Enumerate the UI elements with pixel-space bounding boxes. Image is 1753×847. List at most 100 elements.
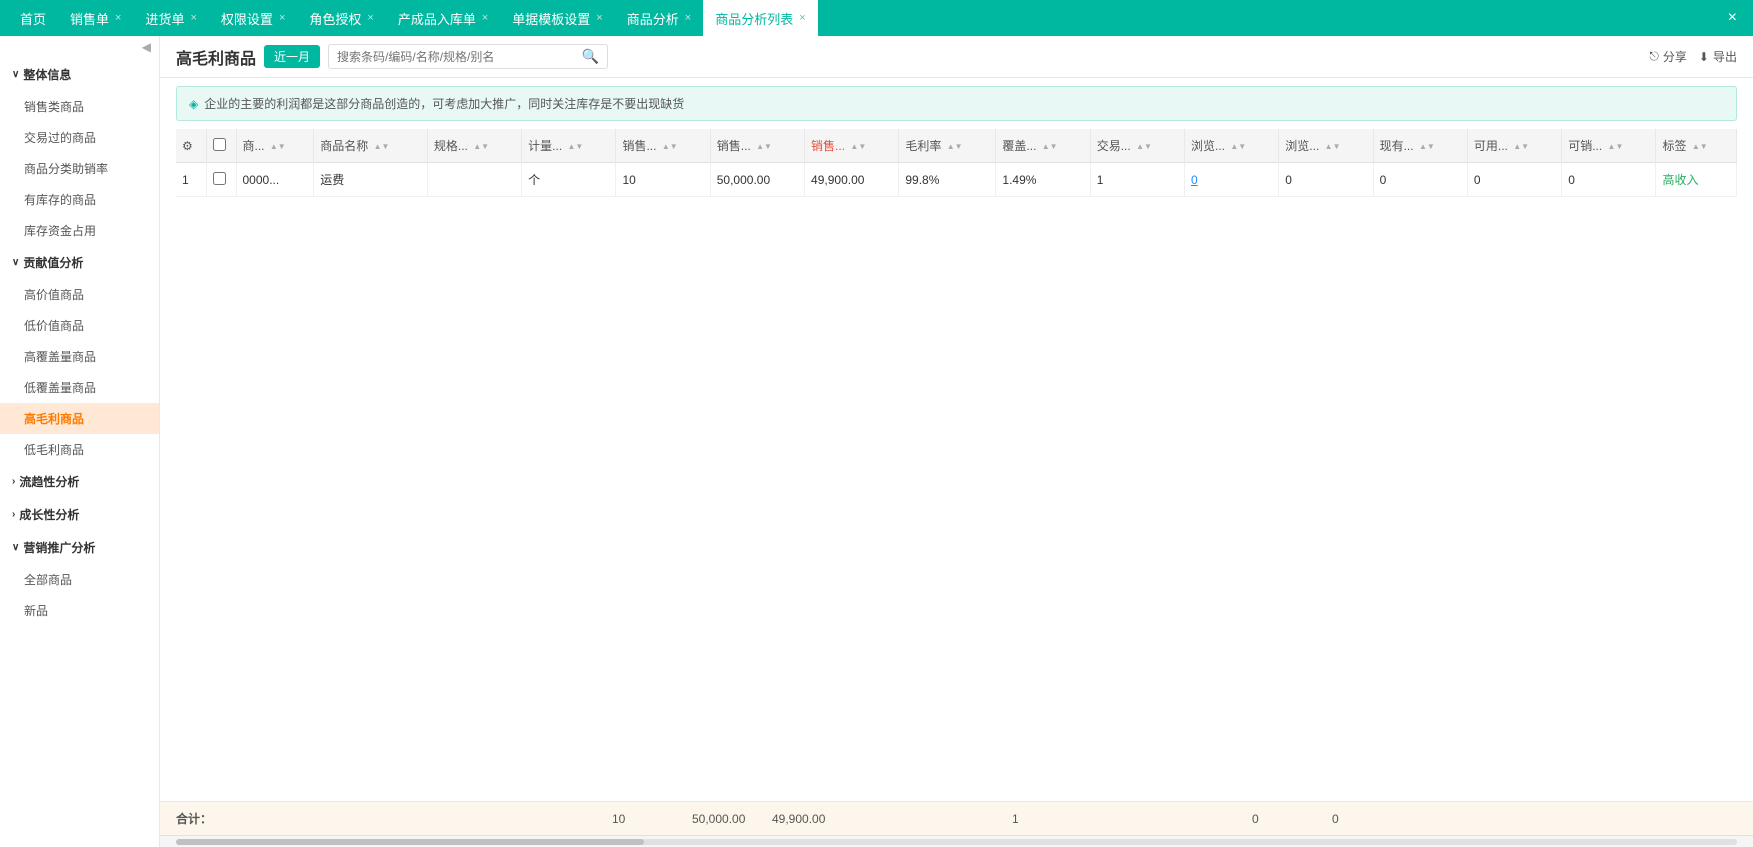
sidebar-item-stock-capital[interactable]: 库存资金占用	[0, 215, 159, 246]
col-available[interactable]: 可用... ▲▼	[1467, 129, 1561, 163]
browse1-link[interactable]: 0	[1191, 173, 1198, 187]
close-analysis-list-tab[interactable]: ×	[799, 12, 805, 24]
sidebar-item-high-margin[interactable]: 高毛利商品	[0, 403, 159, 434]
export-button[interactable]: ⬇ 导出	[1699, 48, 1737, 65]
table-header-row: ⚙ 商... ▲▼ 商品名称 ▲▼	[176, 129, 1737, 163]
nav-roles[interactable]: 角色授权 ×	[297, 0, 385, 36]
sidebar-group-overall[interactable]: ∨ 整体信息	[0, 58, 159, 91]
cell-sales-amount: 50,000.00	[710, 163, 804, 197]
search-icon[interactable]: 🔍	[582, 48, 599, 65]
sidebar-item-all-products[interactable]: 全部商品	[0, 564, 159, 595]
col-tag[interactable]: 标签 ▲▼	[1656, 129, 1737, 163]
nav-template-settings[interactable]: 单据模板设置 ×	[500, 0, 614, 36]
search-input[interactable]	[337, 50, 582, 64]
col-sales-amount[interactable]: 销售... ▲▼	[710, 129, 804, 163]
cell-index: 1	[176, 163, 206, 197]
time-filter-button[interactable]: 近一月	[264, 45, 320, 68]
nav-product-analysis-list[interactable]: 商品分析列表 ×	[703, 0, 817, 36]
cell-current-stock: 0	[1373, 163, 1467, 197]
sidebar-item-high-value[interactable]: 高价值商品	[0, 279, 159, 310]
col-current-stock[interactable]: 现有... ▲▼	[1373, 129, 1467, 163]
nav-purchase[interactable]: 进货单 ×	[133, 0, 208, 36]
sort-icon-5: ▲▼	[662, 142, 678, 151]
cell-coverage: 1.49%	[996, 163, 1090, 197]
cell-code: 0000...	[236, 163, 314, 197]
sort-icon-13: ▲▼	[1419, 142, 1435, 151]
nav-product-analysis[interactable]: 商品分析 ×	[615, 0, 703, 36]
tip-bar: ◈ 企业的主要的利润都是这部分商品创造的，可考虑加大推广，同时关注库存是不要出现…	[176, 86, 1737, 121]
sort-icon-15: ▲▼	[1608, 142, 1624, 151]
search-box: 🔍	[328, 44, 608, 69]
sidebar-collapse-button[interactable]: ◀	[0, 36, 159, 58]
scroll-thumb[interactable]	[176, 839, 644, 845]
close-sales-tab[interactable]: ×	[115, 12, 121, 24]
sidebar-item-new-products[interactable]: 新品	[0, 595, 159, 626]
sidebar-item-low-value[interactable]: 低价值商品	[0, 310, 159, 341]
col-unit[interactable]: 计量... ▲▼	[522, 129, 616, 163]
nav-product-inbound[interactable]: 产成品入库单 ×	[386, 0, 500, 36]
sidebar-item-traded-products[interactable]: 交易过的商品	[0, 122, 159, 153]
select-all-checkbox[interactable]	[213, 138, 226, 151]
table-row: 1 0000... 运费 个 10 50,000.00 49,900.00 99…	[176, 163, 1737, 197]
sidebar-item-category-sales-rate[interactable]: 商品分类助销率	[0, 153, 159, 184]
nav-home[interactable]: 首页	[8, 0, 58, 36]
sidebar-group-growth[interactable]: › 成长性分析	[0, 498, 159, 531]
footer-label: 合计：	[176, 810, 236, 827]
col-trade[interactable]: 交易... ▲▼	[1090, 129, 1184, 163]
sidebar-group-contribution[interactable]: ∨ 贡献值分析	[0, 246, 159, 279]
col-settings[interactable]: ⚙	[176, 129, 206, 163]
col-sales-qty[interactable]: 销售... ▲▼	[616, 129, 710, 163]
share-icon: ⎋	[1649, 49, 1659, 64]
cell-checkbox[interactable]	[206, 163, 236, 197]
sort-icon-8: ▲▼	[947, 142, 963, 151]
sidebar-item-low-margin[interactable]: 低毛利商品	[0, 434, 159, 465]
col-coverage[interactable]: 覆盖... ▲▼	[996, 129, 1090, 163]
footer-sales-profit: 49,900.00	[766, 812, 846, 826]
sidebar-item-in-stock[interactable]: 有库存的商品	[0, 184, 159, 215]
sort-icon-12: ▲▼	[1325, 142, 1341, 151]
close-template-tab[interactable]: ×	[596, 12, 602, 24]
close-product-inbound-tab[interactable]: ×	[482, 12, 488, 24]
close-analysis-tab[interactable]: ×	[685, 12, 691, 24]
close-roles-tab[interactable]: ×	[367, 12, 373, 24]
cell-spec	[427, 163, 521, 197]
sidebar-item-low-coverage[interactable]: 低覆盖量商品	[0, 372, 159, 403]
footer-trade: 1	[1006, 812, 1086, 826]
sort-icon-9: ▲▼	[1042, 142, 1058, 151]
col-code[interactable]: 商... ▲▼	[236, 129, 314, 163]
close-purchase-tab[interactable]: ×	[190, 12, 196, 24]
nav-permissions[interactable]: 权限设置 ×	[209, 0, 297, 36]
col-checkbox[interactable]	[206, 129, 236, 163]
col-sales-profit[interactable]: 销售... ▲▼	[805, 129, 899, 163]
sidebar-group-marketing[interactable]: ∨ 营销推广分析	[0, 531, 159, 564]
col-name[interactable]: 商品名称 ▲▼	[314, 129, 428, 163]
col-browse2[interactable]: 浏览... ▲▼	[1279, 129, 1373, 163]
sidebar-group-trend[interactable]: › 流趋性分析	[0, 465, 159, 498]
col-gross-margin[interactable]: 毛利率 ▲▼	[899, 129, 996, 163]
arrow-down-icon-2: ∨	[12, 257, 19, 268]
sort-icon-7: ▲▼	[850, 142, 866, 151]
share-button[interactable]: ⎋ 分享	[1649, 48, 1687, 65]
row-checkbox[interactable]	[213, 172, 226, 185]
cell-sales-qty: 10	[616, 163, 710, 197]
export-icon: ⬇	[1699, 50, 1709, 64]
cell-browse1[interactable]: 0	[1185, 163, 1279, 197]
col-saleable[interactable]: 可销... ▲▼	[1562, 129, 1656, 163]
horizontal-scrollbar[interactable]	[160, 835, 1753, 847]
sort-icon: ▲▼	[270, 142, 286, 151]
sidebar-item-high-coverage[interactable]: 高覆盖量商品	[0, 341, 159, 372]
sidebar-item-sales-products[interactable]: 销售类商品	[0, 91, 159, 122]
header-actions: ⎋ 分享 ⬇ 导出	[1649, 48, 1737, 65]
nav-sales[interactable]: 销售单 ×	[58, 0, 133, 36]
window-close-icon[interactable]: ×	[1720, 9, 1745, 27]
sort-icon-10: ▲▼	[1136, 142, 1152, 151]
col-browse1[interactable]: 浏览... ▲▼	[1185, 129, 1279, 163]
arrow-right-icon: ›	[12, 476, 15, 487]
scroll-track[interactable]	[176, 839, 1737, 845]
footer-sales-qty: 10	[606, 812, 686, 826]
col-spec[interactable]: 规格... ▲▼	[427, 129, 521, 163]
main-layout: ◀ ∨ 整体信息 销售类商品 交易过的商品 商品分类助销率 有库存的商品 库存资…	[0, 36, 1753, 847]
close-permissions-tab[interactable]: ×	[279, 12, 285, 24]
table-container[interactable]: ⚙ 商... ▲▼ 商品名称 ▲▼	[160, 129, 1753, 801]
arrow-down-icon-3: ∨	[12, 542, 19, 553]
